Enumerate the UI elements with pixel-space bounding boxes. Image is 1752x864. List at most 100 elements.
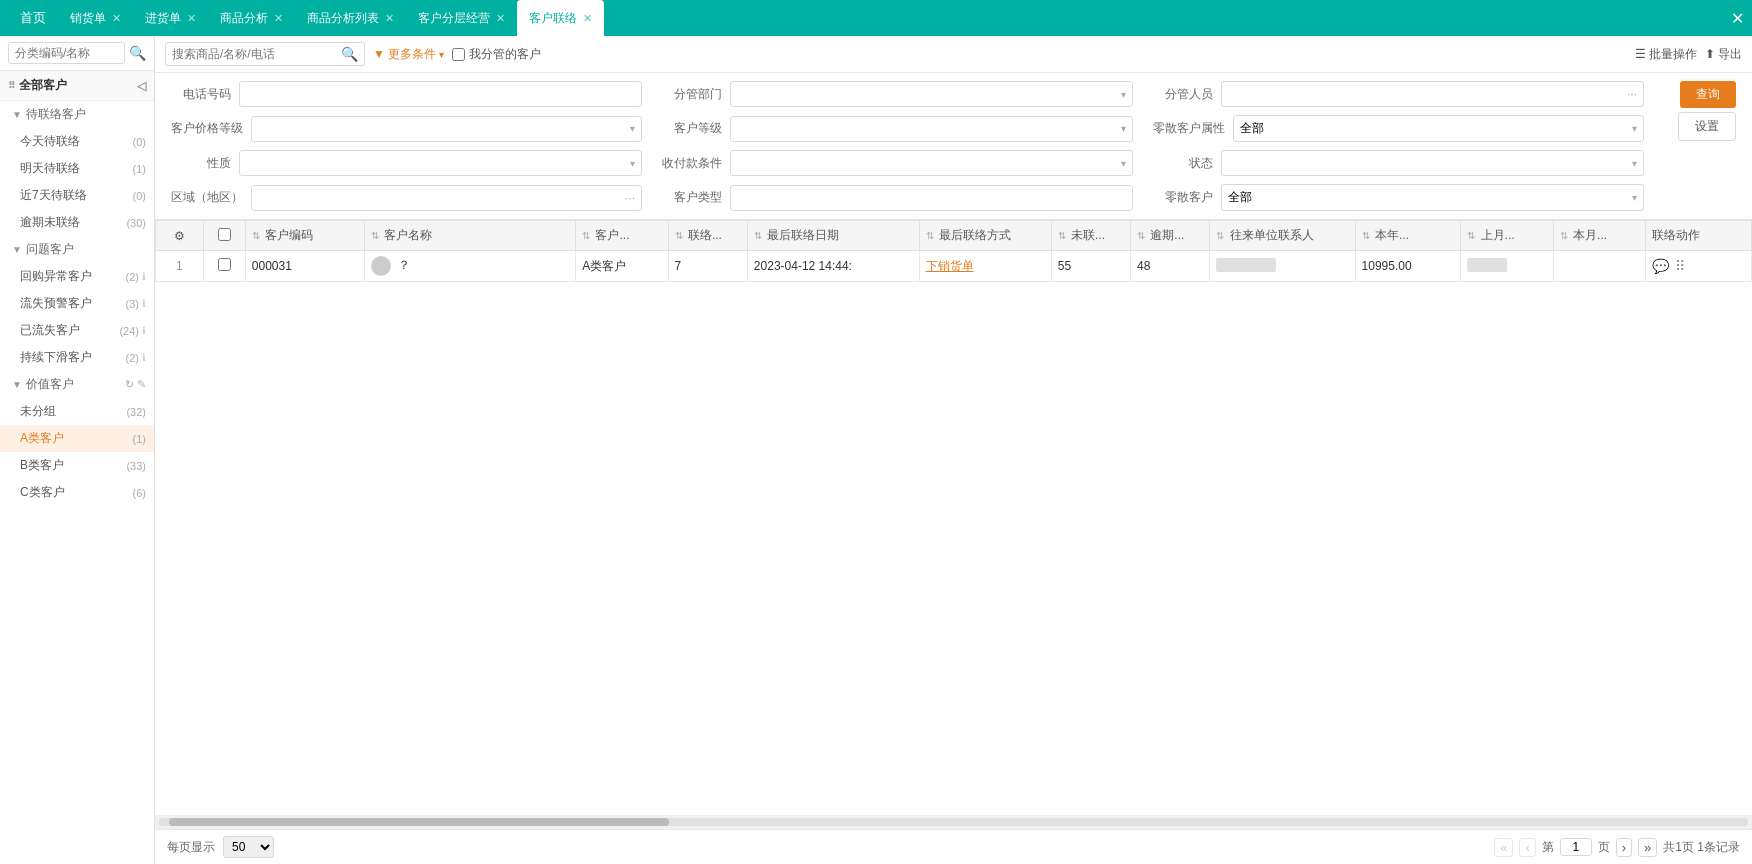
sidebar-group-value[interactable]: ▼ 价值客户 ↻ ✎ <box>0 371 154 398</box>
sidebar-collapse-icon[interactable]: ◁ <box>137 79 146 93</box>
close-tab-customer-tier[interactable]: ✕ <box>496 12 505 25</box>
arrow-down-icon-2: ▼ <box>12 244 22 255</box>
page-number-input[interactable] <box>1560 838 1592 856</box>
td-not-contacted: 55 <box>1051 251 1130 282</box>
sidebar-item-churned[interactable]: 已流失客户 (24) ℹ <box>0 317 154 344</box>
prev-page-btn[interactable]: ‹ <box>1519 838 1535 857</box>
nav-tab-customer-tier[interactable]: 客户分层经营 ✕ <box>406 0 517 36</box>
nav-home[interactable]: 首页 <box>8 0 58 36</box>
filter-input-manager[interactable]: ··· <box>1221 81 1644 107</box>
nav-tab-sales[interactable]: 销货单 ✕ <box>58 0 133 36</box>
scroll-thumb[interactable] <box>169 818 669 826</box>
sidebar-item-7days[interactable]: 近7天待联络 (0) <box>0 182 154 209</box>
td-name[interactable]: ？ <box>364 251 575 282</box>
per-page-select[interactable]: 50 100 200 <box>223 836 274 858</box>
nav-tab-analysis-list[interactable]: 商品分析列表 ✕ <box>295 0 406 36</box>
first-page-btn[interactable]: « <box>1494 838 1513 857</box>
filter-label-retail-attr: 零散客户属性 <box>1153 120 1225 137</box>
my-customer-checkbox-area[interactable]: 我分管的客户 <box>452 46 541 63</box>
filter-input-region[interactable]: ··· <box>251 185 642 211</box>
filter-input-nature[interactable]: ▾ <box>239 150 642 176</box>
contacts-placeholder <box>1216 258 1276 272</box>
sidebar-group-pending[interactable]: ▼ 待联络客户 <box>0 101 154 128</box>
th-settings[interactable]: ⚙ <box>156 221 204 251</box>
close-tab-analysis-list[interactable]: ✕ <box>385 12 394 25</box>
value-group-refresh-icon[interactable]: ↻ <box>125 378 134 391</box>
filter-input-dept[interactable]: ▾ <box>730 81 1133 107</box>
filter-cell-price-level: 客户价格等级 ▾ <box>171 116 662 142</box>
next-page-btn[interactable]: › <box>1616 838 1632 857</box>
last-page-btn[interactable]: » <box>1638 838 1657 857</box>
sidebar-search-icon[interactable]: 🔍 <box>129 45 146 61</box>
query-button[interactable]: 查询 <box>1680 81 1736 108</box>
search-box[interactable]: 🔍 <box>165 42 365 66</box>
sidebar-item-class-b[interactable]: B类客户 (33) <box>0 452 154 479</box>
filter-cell-dept: 分管部门 ▾ <box>662 81 1153 107</box>
sidebar-item-class-a[interactable]: A类客户 (1) <box>0 425 154 452</box>
filter-cell-region: 区域（地区） ··· <box>171 185 662 211</box>
nav-tab-customer-contact[interactable]: 客户联络 ✕ <box>517 0 604 36</box>
settings-icon[interactable]: ⚙ <box>174 229 185 243</box>
sidebar-item-unclassified[interactable]: 未分组 (32) <box>0 398 154 425</box>
batch-op-btn[interactable]: ☰ 批量操作 <box>1635 46 1697 63</box>
per-page-label: 每页显示 <box>167 839 215 856</box>
comment-icon[interactable]: 💬 <box>1652 258 1669 274</box>
filter-icon: ▼ <box>373 47 385 61</box>
sidebar-dots-icon: ⠿ <box>8 80 15 91</box>
filter-input-retail-attr[interactable]: 全部 ▾ <box>1233 115 1644 142</box>
value-group-edit-icon[interactable]: ✎ <box>137 378 146 391</box>
close-tab-customer-contact[interactable]: ✕ <box>583 12 592 25</box>
my-customer-checkbox[interactable] <box>452 48 465 61</box>
select-all-checkbox[interactable] <box>218 228 231 241</box>
close-tab-sales[interactable]: ✕ <box>112 12 121 25</box>
th-checkbox[interactable] <box>203 221 245 251</box>
page-end-label: 页 <box>1598 839 1610 856</box>
dots-more-manager: ··· <box>1627 87 1637 101</box>
filter-input-phone[interactable] <box>239 81 642 107</box>
qrcode-icon[interactable]: ⠿ <box>1675 258 1685 274</box>
pagination-right: « ‹ 第 页 › » 共1页 1条记录 <box>1494 838 1740 857</box>
th-contacts-sort-icon: ⇅ <box>1216 230 1224 241</box>
filter-input-retail-customer[interactable]: 全部 ▾ <box>1221 184 1644 211</box>
sidebar-item-class-c[interactable]: C类客户 (6) <box>0 479 154 506</box>
row-checkbox[interactable] <box>218 258 231 271</box>
td-checkbox[interactable] <box>203 251 245 282</box>
th-customer-type: ⇅ 客户... <box>576 221 668 251</box>
table-row: 1 000031 ？ A类客户 7 2023-04-12 14:44: <box>156 251 1752 282</box>
more-filter-btn[interactable]: ▼ 更多条件 ▾ <box>373 46 444 63</box>
th-ctype-sort-icon: ⇅ <box>582 230 590 241</box>
filter-input-price-level[interactable]: ▾ <box>251 116 642 142</box>
th-method-sort-icon: ⇅ <box>926 230 934 241</box>
sidebar-group-problem[interactable]: ▼ 问题客户 <box>0 236 154 263</box>
close-tab-purchase[interactable]: ✕ <box>187 12 196 25</box>
sidebar-item-declining[interactable]: 持续下滑客户 (2) ℹ <box>0 344 154 371</box>
sidebar-item-repurchase-abnormal[interactable]: 回购异常客户 (2) ℹ <box>0 263 154 290</box>
sidebar-search-input[interactable] <box>8 42 125 64</box>
sidebar-item-churn-warning[interactable]: 流失预警客户 (3) ℹ <box>0 290 154 317</box>
arrow-down-icon: ▼ <box>12 109 22 120</box>
nav-tab-purchase[interactable]: 进货单 ✕ <box>133 0 208 36</box>
td-last-method[interactable]: 下销货单 <box>919 251 1051 282</box>
settings-button[interactable]: 设置 <box>1678 112 1736 141</box>
nav-tab-analysis[interactable]: 商品分析 ✕ <box>208 0 295 36</box>
main-search-input[interactable] <box>172 47 341 61</box>
sidebar-item-overdue[interactable]: 逾期未联络 (30) <box>0 209 154 236</box>
filter-input-status[interactable]: ▾ <box>1221 150 1644 176</box>
sidebar-item-today[interactable]: 今天待联络 (0) <box>0 128 154 155</box>
filter-input-customer-level[interactable]: ▾ <box>730 116 1133 142</box>
filter-row-3: 性质 ▾ 收付款条件 ▾ 状态 <box>171 150 1644 176</box>
info-icon-3: ℹ <box>142 352 146 363</box>
filter-input-payment[interactable]: ▾ <box>730 150 1133 176</box>
content-area: 🔍 ▼ 更多条件 ▾ 我分管的客户 ☰ 批量操作 ⬆ 导出 <box>155 36 1752 864</box>
th-last-month: ⇅ 上月... <box>1461 221 1553 251</box>
sidebar-item-tomorrow[interactable]: 明天待联络 (1) <box>0 155 154 182</box>
filter-input-customer-type[interactable] <box>730 185 1133 211</box>
close-tab-analysis[interactable]: ✕ <box>274 12 283 25</box>
export-btn[interactable]: ⬆ 导出 <box>1705 46 1742 63</box>
window-close-icon[interactable]: ✕ <box>1731 9 1744 28</box>
horizontal-scrollbar[interactable] <box>155 815 1752 829</box>
sidebar-all-customers[interactable]: ⠿ 全部客户 ◁ <box>0 71 154 101</box>
main-search-icon[interactable]: 🔍 <box>341 46 358 62</box>
th-year-sort-icon: ⇅ <box>1362 230 1370 241</box>
page-label: 第 <box>1542 839 1554 856</box>
